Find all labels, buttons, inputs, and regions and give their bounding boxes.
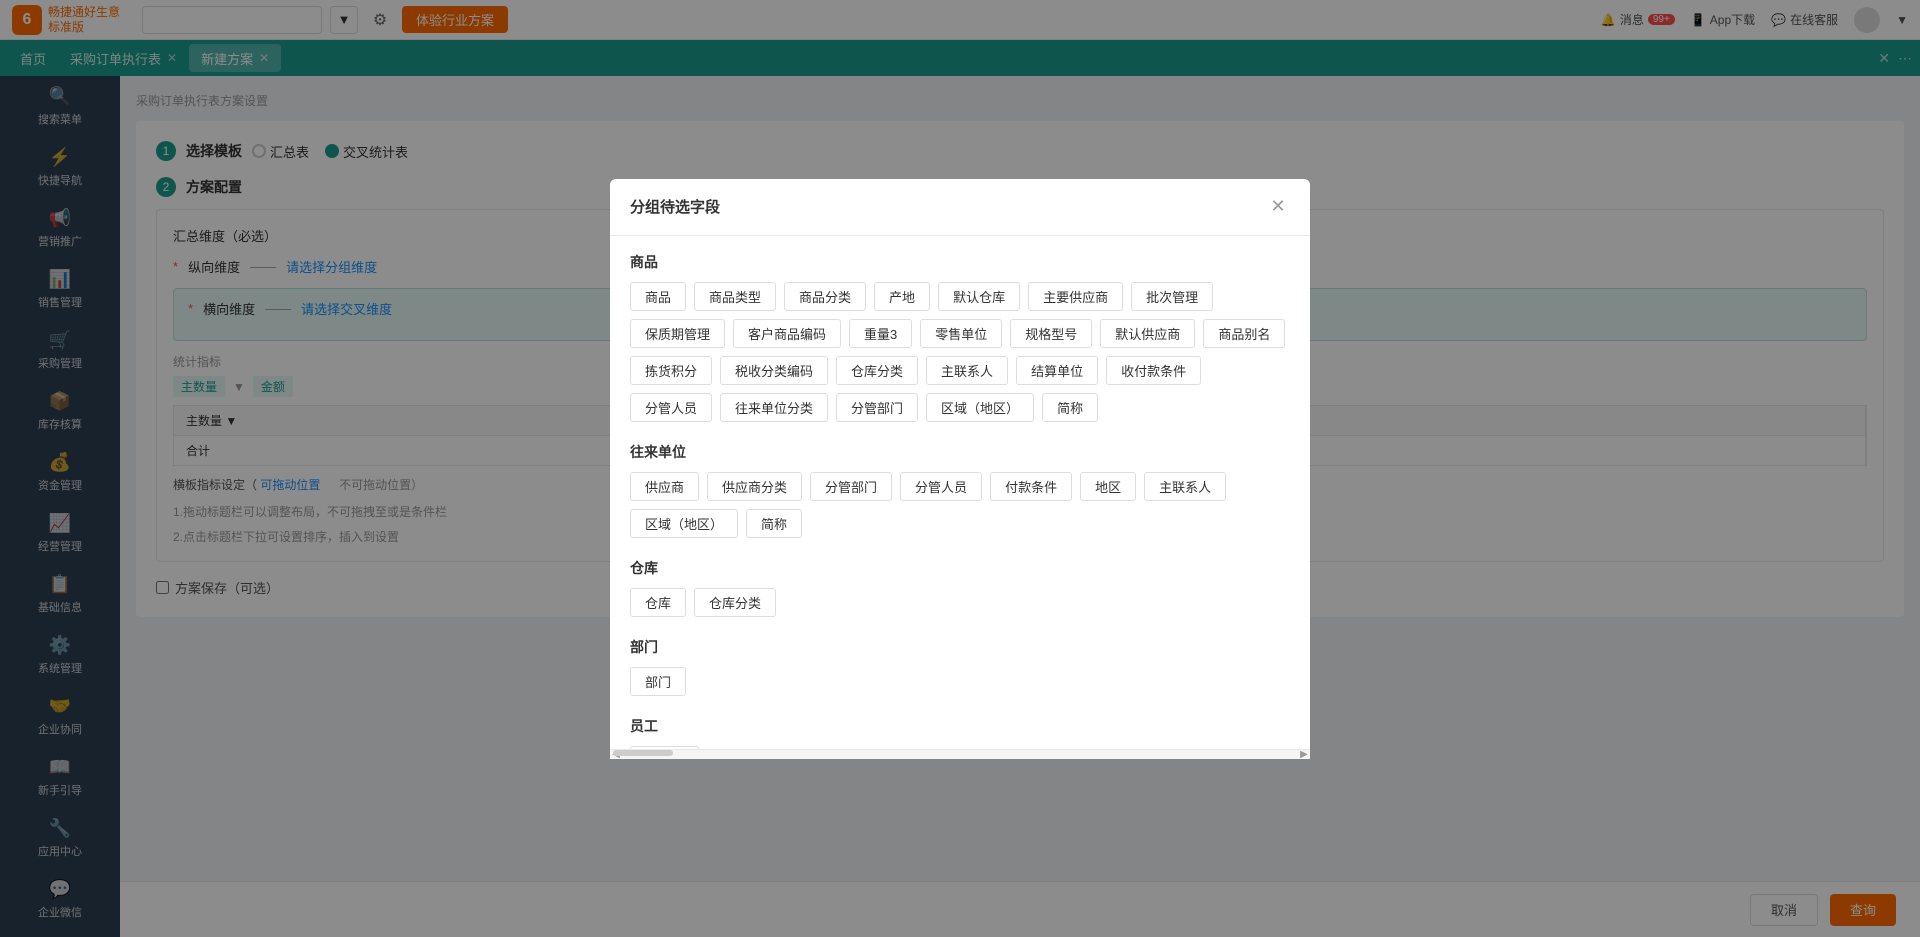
modal-title: 分组待选字段 bbox=[630, 196, 720, 217]
field-tag-1-5[interactable]: 地区 bbox=[1080, 472, 1136, 501]
field-tags-1: 供应商供应商分类分管部门分管人员付款条件地区主联系人区域（地区） 简称 bbox=[630, 472, 1290, 538]
field-tag-0-0[interactable]: 商品 bbox=[630, 282, 686, 311]
field-tag-2-0[interactable]: 仓库 bbox=[630, 588, 686, 617]
field-group-title-3: 部门 bbox=[630, 637, 1290, 657]
modal-body: 商品商品商品类型商品分类产地默认仓库主要供应商批次管理保质期管理客户商品编码重量… bbox=[610, 236, 1310, 749]
field-tag-1-2[interactable]: 分管部门 bbox=[810, 472, 892, 501]
field-tag-0-1[interactable]: 商品类型 bbox=[694, 282, 776, 311]
field-tag-0-4[interactable]: 默认仓库 bbox=[938, 282, 1020, 311]
field-group-title-1: 往来单位 bbox=[630, 442, 1290, 462]
field-tag-0-7[interactable]: 保质期管理 bbox=[630, 319, 725, 348]
field-group-title-4: 员工 bbox=[630, 716, 1290, 736]
field-tag-1-4[interactable]: 付款条件 bbox=[990, 472, 1072, 501]
field-tag-0-21[interactable]: 往来单位分类 bbox=[720, 393, 828, 422]
hscroll-right[interactable]: ▶ bbox=[1298, 750, 1310, 759]
field-group-3: 部门部门 bbox=[630, 637, 1290, 696]
modal-header: 分组待选字段 ✕ bbox=[610, 179, 1310, 236]
modal-overlay: 分组待选字段 ✕ 商品商品商品类型商品分类产地默认仓库主要供应商批次管理保质期管… bbox=[0, 0, 1920, 937]
field-tag-1-3[interactable]: 分管人员 bbox=[900, 472, 982, 501]
field-tag-0-10[interactable]: 零售单位 bbox=[920, 319, 1002, 348]
modal-dialog: 分组待选字段 ✕ 商品商品商品类型商品分类产地默认仓库主要供应商批次管理保质期管… bbox=[610, 179, 1310, 759]
modal-hscroll: ◀ ▶ bbox=[610, 749, 1310, 759]
hscroll-bar[interactable] bbox=[613, 750, 673, 756]
field-tag-0-20[interactable]: 分管人员 bbox=[630, 393, 712, 422]
field-tag-1-7[interactable]: 区域（地区） bbox=[630, 509, 738, 538]
field-tags-0: 商品商品类型商品分类产地默认仓库主要供应商批次管理保质期管理客户商品编码重量3 零… bbox=[630, 282, 1290, 422]
field-group-2: 仓库仓库仓库分类 bbox=[630, 558, 1290, 617]
field-tag-0-8[interactable]: 客户商品编码 bbox=[733, 319, 841, 348]
field-tag-0-11[interactable]: 规格型号 bbox=[1010, 319, 1092, 348]
field-tag-0-23[interactable]: 区域（地区） bbox=[926, 393, 1034, 422]
field-group-title-0: 商品 bbox=[630, 252, 1290, 272]
field-tag-0-2[interactable]: 商品分类 bbox=[784, 282, 866, 311]
field-tag-0-3[interactable]: 产地 bbox=[874, 282, 930, 311]
field-tags-3: 部门 bbox=[630, 667, 1290, 696]
field-tag-1-1[interactable]: 供应商分类 bbox=[707, 472, 802, 501]
field-tag-0-18[interactable]: 结算单位 bbox=[1016, 356, 1098, 385]
field-tag-0-22[interactable]: 分管部门 bbox=[836, 393, 918, 422]
field-tag-1-8[interactable]: 简称 bbox=[746, 509, 802, 538]
field-tag-0-6[interactable]: 批次管理 bbox=[1131, 282, 1213, 311]
field-group-4: 员工业务员 bbox=[630, 716, 1290, 749]
field-tag-0-15[interactable]: 税收分类编码 bbox=[720, 356, 828, 385]
field-tag-1-0[interactable]: 供应商 bbox=[630, 472, 699, 501]
modal-close-btn[interactable]: ✕ bbox=[1266, 195, 1290, 219]
field-tag-1-6[interactable]: 主联系人 bbox=[1144, 472, 1226, 501]
field-tag-0-17[interactable]: 主联系人 bbox=[926, 356, 1008, 385]
field-tag-0-13[interactable]: 商品别名 bbox=[1203, 319, 1285, 348]
field-tag-0-14[interactable]: 拣货积分 bbox=[630, 356, 712, 385]
field-group-0: 商品商品商品类型商品分类产地默认仓库主要供应商批次管理保质期管理客户商品编码重量… bbox=[630, 252, 1290, 422]
field-tag-2-1[interactable]: 仓库分类 bbox=[694, 588, 776, 617]
field-tags-2: 仓库仓库分类 bbox=[630, 588, 1290, 617]
field-group-1: 往来单位供应商供应商分类分管部门分管人员付款条件地区主联系人区域（地区） 简称 bbox=[630, 442, 1290, 538]
field-tag-0-12[interactable]: 默认供应商 bbox=[1100, 319, 1195, 348]
field-tag-0-16[interactable]: 仓库分类 bbox=[836, 356, 918, 385]
field-tag-0-5[interactable]: 主要供应商 bbox=[1028, 282, 1123, 311]
field-group-title-2: 仓库 bbox=[630, 558, 1290, 578]
field-tag-0-19[interactable]: 收付款条件 bbox=[1106, 356, 1201, 385]
field-tag-0-9[interactable]: 重量3 bbox=[849, 319, 912, 348]
field-tag-0-24[interactable]: 简称 bbox=[1042, 393, 1098, 422]
field-tag-3-0[interactable]: 部门 bbox=[630, 667, 686, 696]
